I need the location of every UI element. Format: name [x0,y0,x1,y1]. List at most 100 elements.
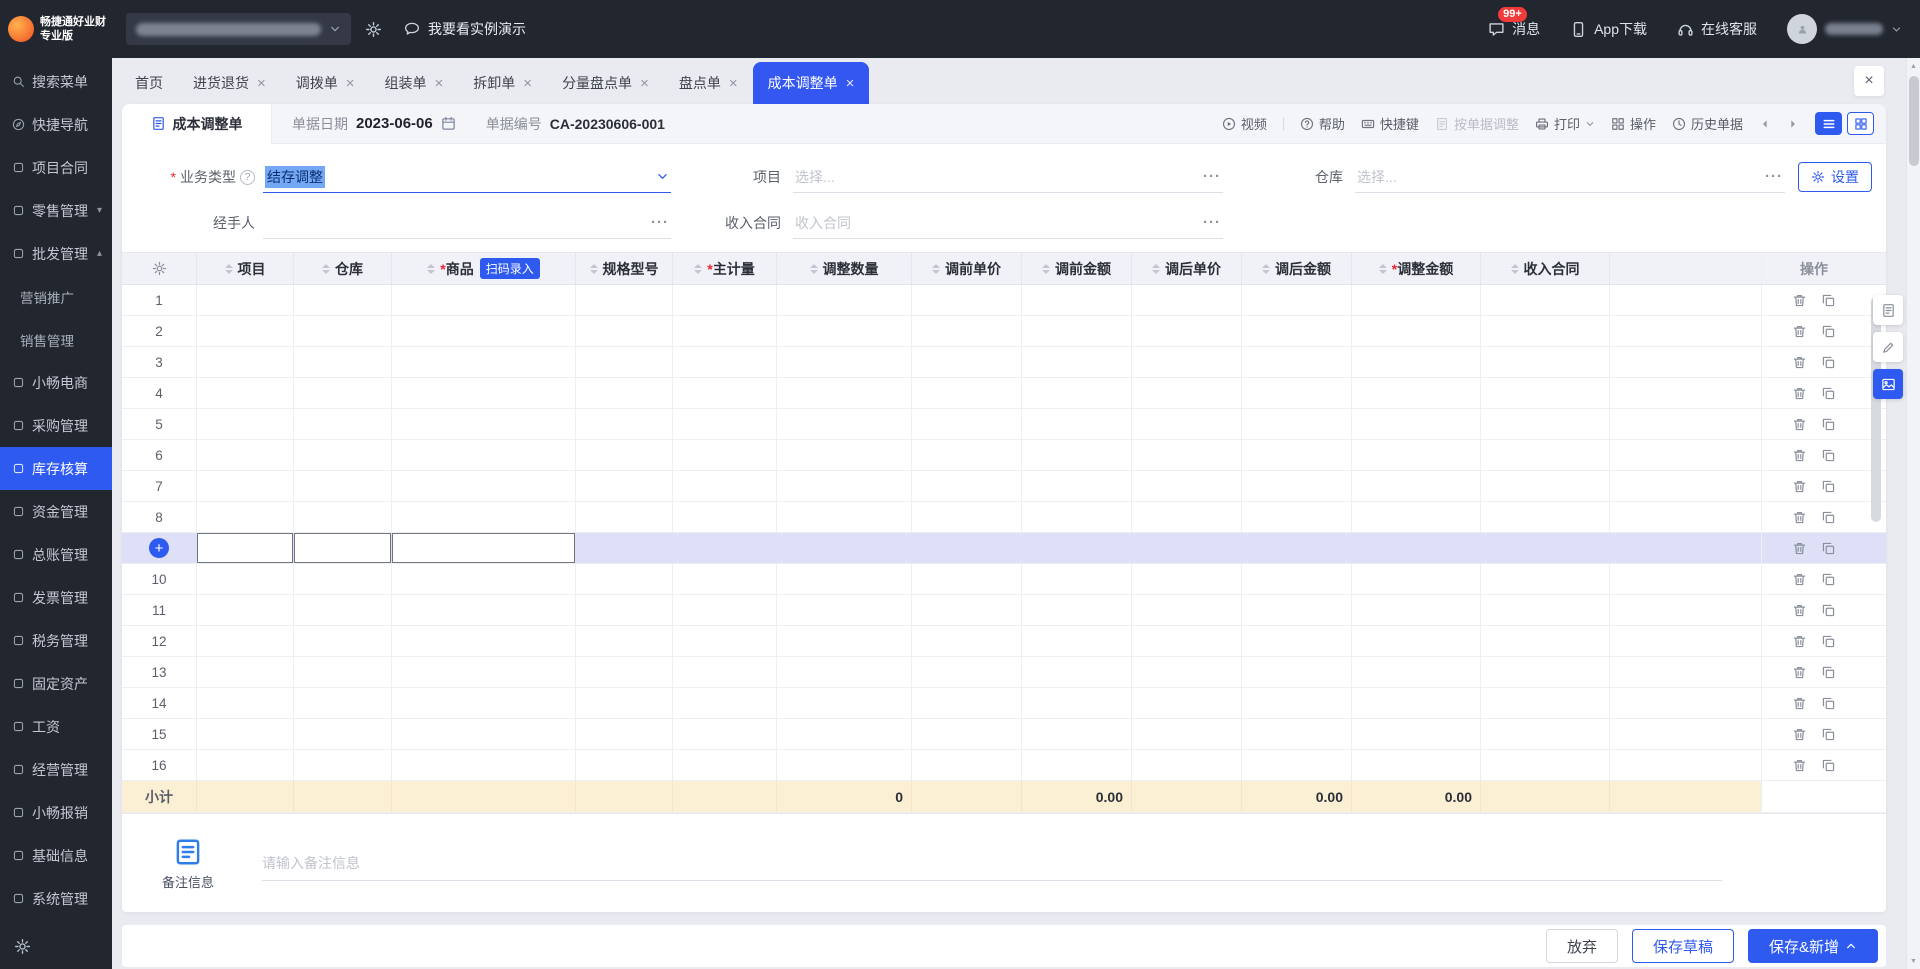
cell-warehouse[interactable] [294,688,392,718]
gear-icon[interactable] [365,21,382,38]
copy-row-icon[interactable] [1821,696,1836,711]
cell-adjust_amount[interactable] [1352,440,1481,470]
delete-row-icon[interactable] [1792,417,1807,432]
cell-warehouse[interactable] [294,347,392,377]
copy-row-icon[interactable] [1821,324,1836,339]
cell-product[interactable] [392,440,576,470]
cell-product[interactable] [392,750,576,780]
more-options-icon[interactable]: ··· [1203,168,1221,185]
tab-2[interactable]: 进货退货 × [178,62,281,104]
cell-pre_amount[interactable] [1022,285,1132,315]
cell-product[interactable] [392,409,576,439]
save-draft-button[interactable]: 保存草稿 [1631,929,1734,963]
column-header-product[interactable]: * 商品 扫码录入 [392,253,576,284]
cell-product[interactable] [392,564,576,594]
remarks-input[interactable] [262,846,1722,881]
messages-button[interactable]: 99+ 消息 [1488,7,1540,39]
cell-post_amount[interactable] [1242,719,1352,749]
print-button[interactable]: 打印 [1535,114,1595,133]
cell-project[interactable] [197,626,294,656]
warehouse-select[interactable]: 选择... ··· [1355,161,1785,193]
cell-income_contract[interactable] [1481,502,1610,532]
cell-post_price[interactable] [1132,440,1242,470]
side-tool-image-button[interactable] [1873,369,1903,399]
sidebar-item-2[interactable]: 快捷导航 [0,103,112,146]
column-header-warehouse[interactable]: 仓库 [294,253,392,284]
sidebar-item-17[interactable]: 经营管理 [0,748,112,791]
income-contract-select[interactable]: 收入合同 ··· [793,207,1223,239]
cell-spec[interactable] [576,502,673,532]
sidebar-item-15[interactable]: 固定资产 [0,662,112,705]
sort-icon[interactable] [322,263,330,274]
delete-row-icon[interactable] [1792,696,1807,711]
more-options-icon[interactable]: ··· [1765,168,1783,185]
grid-view-button[interactable] [1847,112,1874,135]
cell-spec[interactable] [576,378,673,408]
help-button[interactable]: 帮助 [1300,114,1345,133]
cell-unit[interactable] [673,626,777,656]
cell-pre_amount[interactable] [1022,750,1132,780]
cell-post_price[interactable] [1132,409,1242,439]
sort-icon[interactable] [1042,263,1050,274]
video-button[interactable]: 视频 [1222,114,1267,133]
cell-unit[interactable] [673,347,777,377]
cell-warehouse[interactable] [294,719,392,749]
close-all-tabs-button[interactable]: × [1854,66,1884,96]
more-options-icon[interactable]: ··· [651,214,669,231]
sidebar-settings-button[interactable] [0,923,112,969]
cell-pre_price[interactable] [912,564,1022,594]
cell-adjust_qty[interactable] [777,347,912,377]
cell-pre_amount[interactable] [1022,316,1132,346]
tab-close-icon[interactable]: × [846,75,855,92]
cell-spec[interactable] [576,285,673,315]
sort-icon[interactable] [932,263,940,274]
cell-post_amount[interactable] [1242,502,1352,532]
discard-button[interactable]: 放弃 [1545,929,1618,963]
cell-post_amount[interactable] [1242,440,1352,470]
copy-row-icon[interactable] [1821,541,1836,556]
cell-adjust_qty[interactable] [777,471,912,501]
scroll-up-icon[interactable]: ▲ [1907,59,1920,73]
cell-unit[interactable] [673,688,777,718]
cell-pre_price[interactable] [912,533,1022,563]
cell-pre_price[interactable] [912,409,1022,439]
cell-warehouse[interactable] [294,285,392,315]
settings-button[interactable]: 设置 [1798,162,1872,192]
tab-6[interactable]: 分量盘点单 × [547,62,664,104]
copy-row-icon[interactable] [1821,727,1836,742]
edit-cell-box[interactable] [197,533,293,563]
cell-adjust_qty[interactable] [777,564,912,594]
tab-4[interactable]: 组装单 × [370,62,459,104]
cell-income_contract[interactable] [1481,440,1610,470]
cell-income_contract[interactable] [1481,347,1610,377]
copy-row-icon[interactable] [1821,479,1836,494]
cell-spec[interactable] [576,719,673,749]
cell-post_amount[interactable] [1242,564,1352,594]
cell-post_price[interactable] [1132,471,1242,501]
sort-icon[interactable] [1510,263,1519,274]
cell-unit[interactable] [673,378,777,408]
sort-icon[interactable] [1262,263,1270,274]
cell-unit[interactable] [673,316,777,346]
cell-product[interactable] [392,719,576,749]
edit-cell-box[interactable] [392,533,575,563]
app-download-button[interactable]: App下载 [1570,19,1647,39]
delete-row-icon[interactable] [1792,603,1807,618]
cell-product[interactable] [392,595,576,625]
cell-spec[interactable] [576,347,673,377]
cell-pre_price[interactable] [912,657,1022,687]
column-header-income_contract[interactable]: 收入合同 [1481,253,1610,284]
cell-spec[interactable] [576,626,673,656]
sidebar-item-20[interactable]: 系统管理 [0,877,112,920]
delete-row-icon[interactable] [1792,355,1807,370]
delete-row-icon[interactable] [1792,758,1807,773]
sidebar-item-8[interactable]: 小畅电商 [0,361,112,404]
sort-icon[interactable] [1378,263,1387,274]
org-selector[interactable] [126,13,351,45]
sidebar-item-19[interactable]: 基础信息 [0,834,112,877]
cell-income_contract[interactable] [1481,316,1610,346]
copy-row-icon[interactable] [1821,603,1836,618]
tab-close-icon[interactable]: × [346,75,355,92]
delete-row-icon[interactable] [1792,541,1807,556]
cell-post_price[interactable] [1132,285,1242,315]
